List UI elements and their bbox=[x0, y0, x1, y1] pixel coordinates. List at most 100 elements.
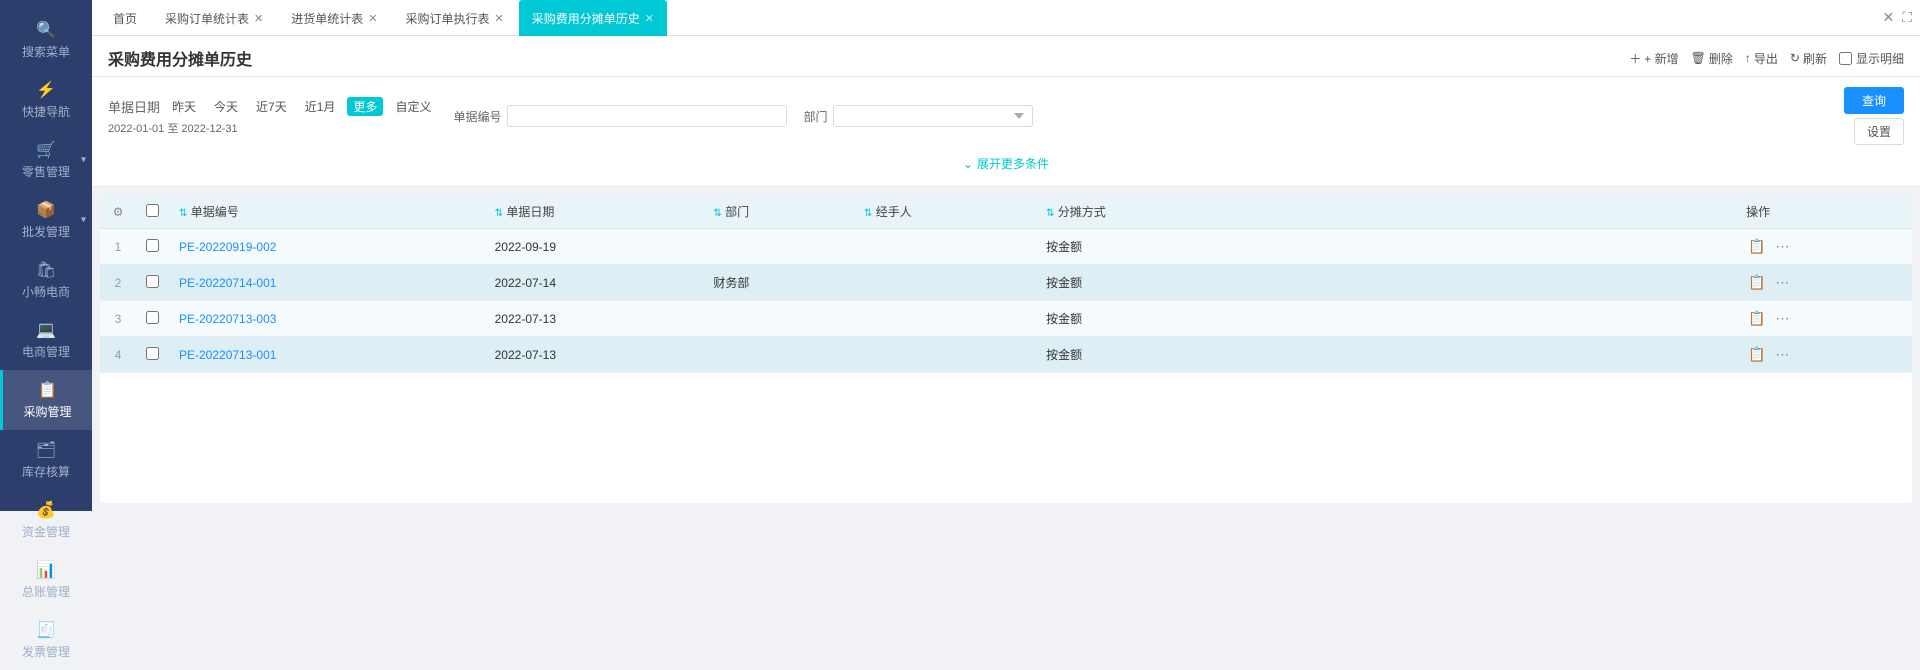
sidebar-item-invoice[interactable]: 🧾 发票管理 bbox=[0, 610, 92, 670]
table-header-date[interactable]: ⇅ 单据日期 bbox=[485, 195, 704, 229]
row-date: 2022-07-13 bbox=[485, 337, 704, 373]
show-detail-checkbox[interactable]: 显示明细 bbox=[1839, 50, 1904, 67]
edit-icon[interactable]: 📋 bbox=[1746, 272, 1767, 293]
row-checkbox-cell bbox=[136, 229, 169, 265]
tab-home[interactable]: 首页 bbox=[100, 0, 150, 36]
show-detail-label: 显示明细 bbox=[1856, 50, 1904, 67]
ecom-icon: 💻 bbox=[5, 320, 87, 340]
close-icon[interactable]: ✕ bbox=[495, 12, 504, 25]
row-method: 按金额 bbox=[1036, 265, 1736, 301]
sidebar-item-label: 库存核算 bbox=[22, 465, 70, 479]
date-range-text: 2022-01-01 至 2022-12-31 bbox=[108, 120, 437, 136]
sidebar-item-retail[interactable]: 🛒 零售管理 ▾ bbox=[0, 130, 92, 190]
order-num-input[interactable] bbox=[507, 105, 787, 127]
sidebar-item-label: 零售管理 bbox=[22, 165, 70, 179]
content-area: 采购费用分摊单历史 ＋ + 新增 🗑 删除 ↑ 导出 ↻ 刷新 bbox=[92, 36, 1920, 511]
tab-label: 采购费用分摊单历史 bbox=[532, 10, 640, 27]
row-dept bbox=[703, 301, 854, 337]
expand-button[interactable]: ⌄ 展开更多条件 bbox=[963, 151, 1049, 176]
custom-date-btn[interactable]: 自定义 bbox=[389, 97, 437, 116]
export-button[interactable]: ↑ 导出 bbox=[1745, 50, 1778, 67]
retail-icon: 🛒 bbox=[5, 140, 87, 160]
row-actions: 📋 ⋯ bbox=[1736, 265, 1912, 301]
row-checkbox[interactable] bbox=[146, 347, 159, 360]
more-icon[interactable]: ⋯ bbox=[1774, 272, 1792, 293]
edit-icon[interactable]: 📋 bbox=[1746, 236, 1767, 257]
more-dates-btn[interactable]: 更多 bbox=[347, 97, 383, 116]
dept-select[interactable]: 财务部 bbox=[833, 105, 1033, 127]
row-num: 1 bbox=[100, 229, 136, 265]
main-content: 首页 采购订单统计表 ✕ 进货单统计表 ✕ 采购订单执行表 ✕ 采购费用分摊单历… bbox=[92, 0, 1920, 511]
today-btn[interactable]: 今天 bbox=[208, 97, 244, 116]
sidebar-item-ecom-small[interactable]: 🛍 小畅电商 bbox=[0, 250, 92, 310]
sidebar-item-ledger[interactable]: 📊 总账管理 bbox=[0, 550, 92, 610]
tab-purchase-stats[interactable]: 采购订单统计表 ✕ bbox=[152, 0, 276, 36]
row-checkbox[interactable] bbox=[146, 275, 159, 288]
sidebar-item-label: 电商管理 bbox=[22, 345, 70, 359]
table-header-order-num[interactable]: ⇅ 单据编号 bbox=[169, 195, 485, 229]
last1month-btn[interactable]: 近1月 bbox=[299, 97, 342, 116]
sidebar-item-finance[interactable]: 💰 资金管理 bbox=[0, 490, 92, 550]
filter-settings-button[interactable]: 设置 bbox=[1854, 118, 1904, 145]
sidebar-item-ecom[interactable]: 💻 电商管理 bbox=[0, 310, 92, 370]
row-checkbox[interactable] bbox=[146, 239, 159, 252]
row-date: 2022-07-14 bbox=[485, 265, 704, 301]
delete-button[interactable]: 🗑 删除 bbox=[1691, 50, 1733, 67]
tab-purchase-cost-history[interactable]: 采购费用分摊单历史 ✕ bbox=[519, 0, 667, 36]
search-icon: 🔍 bbox=[5, 20, 87, 40]
more-icon[interactable]: ⋯ bbox=[1774, 344, 1792, 365]
tab-actions: ✕ ⛶ bbox=[1882, 9, 1912, 26]
delete-label: 删除 bbox=[1709, 50, 1733, 67]
row-order-num: PE-20220713-003 bbox=[169, 301, 485, 337]
dept-filter: 部门 财务部 bbox=[803, 105, 1033, 127]
date-filter-group: 单据日期 昨天 今天 近7天 近1月 更多 自定义 2022-01-01 至 2… bbox=[108, 97, 437, 136]
sidebar-item-wholesale[interactable]: 📦 批发管理 ▾ bbox=[0, 190, 92, 250]
table-header-handler[interactable]: ⇅ 经手人 bbox=[854, 195, 1036, 229]
yesterday-btn[interactable]: 昨天 bbox=[166, 97, 202, 116]
tab-inbound-stats[interactable]: 进货单统计表 ✕ bbox=[278, 0, 390, 36]
sidebar-item-label: 资金管理 bbox=[22, 525, 70, 539]
sidebar-item-nav[interactable]: ⚡ 快捷导航 bbox=[0, 70, 92, 130]
refresh-button[interactable]: ↻ 刷新 bbox=[1790, 50, 1827, 67]
sidebar-item-label: 批发管理 bbox=[22, 225, 70, 239]
delete-icon: 🗑 bbox=[1691, 51, 1706, 65]
page-header: 采购费用分摊单历史 ＋ + 新增 🗑 删除 ↑ 导出 ↻ 刷新 bbox=[92, 36, 1920, 77]
order-num-link[interactable]: PE-20220713-001 bbox=[179, 348, 276, 362]
query-button[interactable]: 查询 bbox=[1844, 87, 1904, 114]
sidebar-item-label: 采购管理 bbox=[23, 405, 71, 419]
row-handler bbox=[854, 301, 1036, 337]
close-icon[interactable]: ✕ bbox=[645, 12, 654, 25]
close-icon[interactable]: ✕ bbox=[254, 12, 263, 25]
sort-icon: ⇅ bbox=[495, 208, 503, 219]
row-checkbox[interactable] bbox=[146, 311, 159, 324]
sidebar-item-search[interactable]: 🔍 搜索菜单 bbox=[0, 10, 92, 70]
row-handler bbox=[854, 337, 1036, 373]
table-settings-col[interactable]: ⚙ bbox=[100, 195, 136, 229]
table-row: 4 PE-20220713-001 2022-07-13 按金额 📋 ⋯ bbox=[100, 337, 1912, 373]
close-window-icon[interactable]: ✕ bbox=[1882, 9, 1894, 26]
sidebar-item-label: 搜索菜单 bbox=[22, 45, 70, 59]
maximize-icon[interactable]: ⛶ bbox=[1902, 9, 1912, 26]
add-icon: ＋ bbox=[1629, 50, 1641, 67]
row-dept bbox=[703, 229, 854, 265]
order-num-link[interactable]: PE-20220713-003 bbox=[179, 312, 276, 326]
sidebar-item-inventory[interactable]: 🗂 库存核算 bbox=[0, 430, 92, 490]
order-num-link[interactable]: PE-20220919-002 bbox=[179, 240, 276, 254]
tab-purchase-exec[interactable]: 采购订单执行表 ✕ bbox=[392, 0, 516, 36]
table-header-dept[interactable]: ⇅ 部门 bbox=[703, 195, 854, 229]
last7days-btn[interactable]: 近7天 bbox=[250, 97, 293, 116]
edit-icon[interactable]: 📋 bbox=[1746, 308, 1767, 329]
add-button[interactable]: ＋ + 新增 bbox=[1629, 50, 1678, 67]
order-num-link[interactable]: PE-20220714-001 bbox=[179, 276, 276, 290]
table-header-method[interactable]: ⇅ 分摊方式 bbox=[1036, 195, 1736, 229]
select-all-checkbox[interactable] bbox=[146, 204, 159, 217]
sidebar-item-purchase[interactable]: 📋 采购管理 bbox=[0, 370, 92, 430]
more-icon[interactable]: ⋯ bbox=[1774, 236, 1792, 257]
row-method: 按金额 bbox=[1036, 229, 1736, 265]
show-detail-input[interactable] bbox=[1839, 52, 1852, 65]
action-icons: 📋 ⋯ bbox=[1746, 344, 1902, 365]
edit-icon[interactable]: 📋 bbox=[1746, 344, 1767, 365]
more-icon[interactable]: ⋯ bbox=[1774, 308, 1792, 329]
close-icon[interactable]: ✕ bbox=[368, 12, 377, 25]
row-actions: 📋 ⋯ bbox=[1736, 229, 1912, 265]
